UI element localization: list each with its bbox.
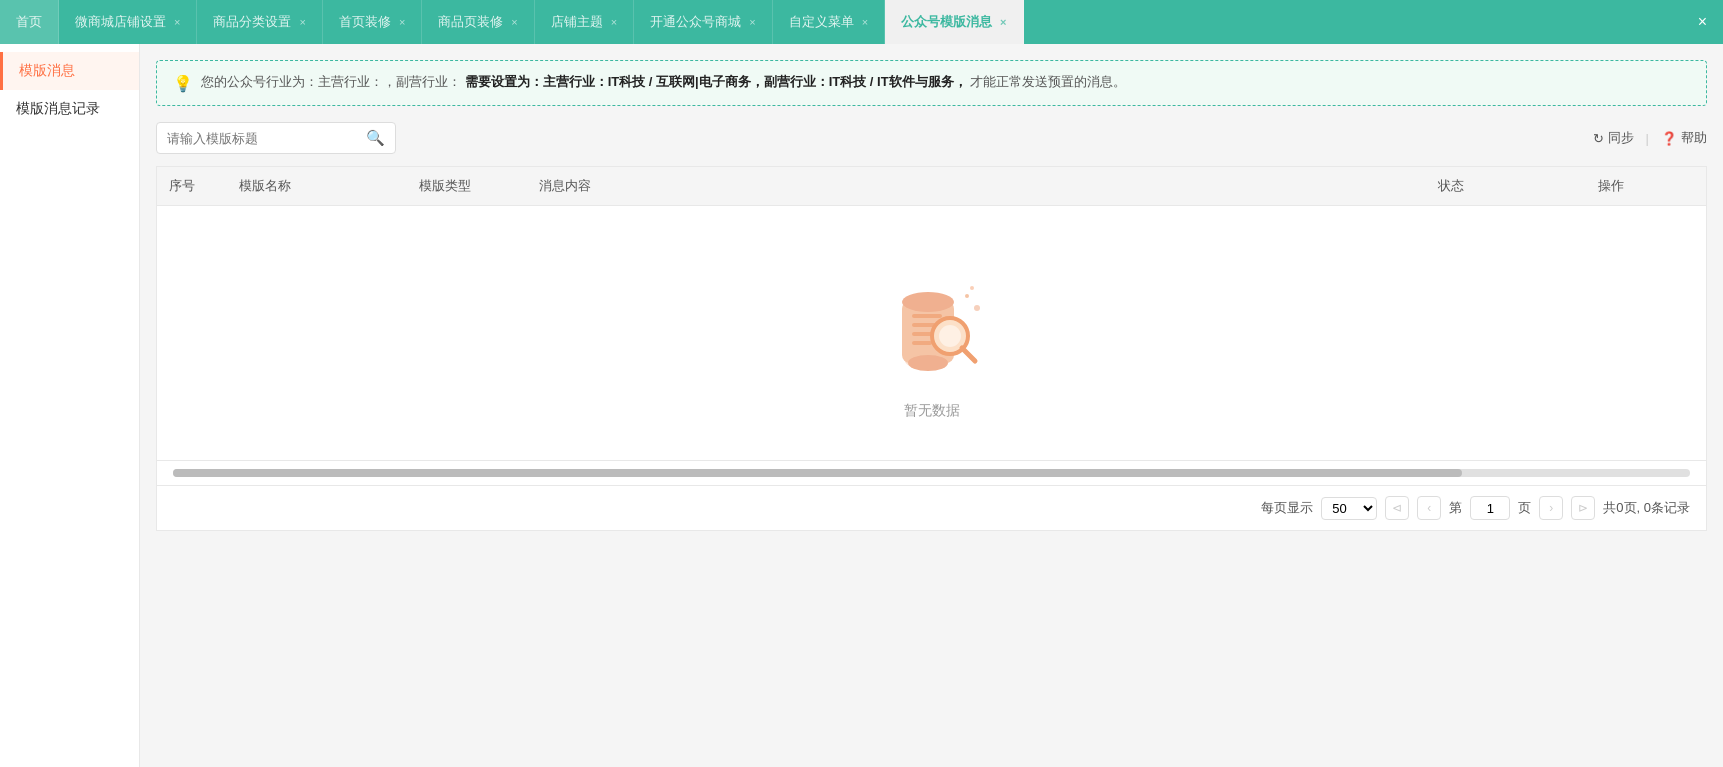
close-icon[interactable]: × <box>511 16 517 28</box>
search-button[interactable]: 🔍 <box>366 129 385 147</box>
th-status: 状态 <box>1426 167 1586 205</box>
close-icon[interactable]: × <box>611 16 617 28</box>
page-label: 第 <box>1449 499 1462 517</box>
last-page-button[interactable]: ⊳ <box>1571 496 1595 520</box>
notice-box: 💡 您的公众号行业为：主营行业：，副营行业： 需要设置为：主营行业：IT科技 /… <box>156 60 1707 106</box>
page-number-input[interactable] <box>1470 496 1510 520</box>
tab-store-setting[interactable]: 微商城店铺设置 × <box>59 0 197 44</box>
sync-label: 同步 <box>1608 129 1634 147</box>
pagination: 每页显示 50 20 100 ⊲ ‹ 第 页 › ⊳ 共0页, 0条记录 <box>157 485 1706 530</box>
toolbar-right: ↻ 同步 | ❓ 帮助 <box>1593 129 1707 147</box>
svg-point-11 <box>965 294 969 298</box>
main-layout: 模版消息 模版消息记录 💡 您的公众号行业为：主营行业：，副营行业： 需要设置为… <box>0 44 1723 767</box>
sidebar-item-template-msg[interactable]: 模版消息 <box>0 52 139 90</box>
svg-rect-4 <box>912 314 942 318</box>
per-page-select[interactable]: 50 20 100 <box>1321 497 1377 520</box>
svg-point-13 <box>970 286 974 290</box>
empty-illustration <box>872 266 992 386</box>
tab-category-label: 商品分类设置 <box>213 13 291 31</box>
page-unit: 页 <box>1518 499 1531 517</box>
tab-custom-menu[interactable]: 自定义菜单 × <box>773 0 885 44</box>
tab-open-mall[interactable]: 开通公众号商城 × <box>634 0 772 44</box>
svg-rect-7 <box>912 341 932 345</box>
close-icon[interactable]: × <box>1000 16 1006 28</box>
tab-product-decor[interactable]: 商品页装修 × <box>422 0 534 44</box>
tab-store-setting-label: 微商城店铺设置 <box>75 13 166 31</box>
svg-point-9 <box>939 325 961 347</box>
help-button[interactable]: ❓ 帮助 <box>1661 129 1707 147</box>
help-icon: ❓ <box>1661 131 1677 146</box>
tab-custom-menu-label: 自定义菜单 <box>789 13 854 31</box>
svg-line-10 <box>962 348 975 361</box>
sidebar-item-template-msg-record-label: 模版消息记录 <box>16 100 100 116</box>
search-input[interactable] <box>167 131 366 146</box>
svg-point-12 <box>974 305 980 311</box>
close-icon[interactable]: × <box>862 16 868 28</box>
th-name: 模版名称 <box>227 167 407 205</box>
search-bar: 🔍 ↻ 同步 | ❓ 帮助 <box>156 122 1707 154</box>
sidebar-item-template-msg-label: 模版消息 <box>19 62 75 78</box>
per-page-label: 每页显示 <box>1261 499 1313 517</box>
svg-point-2 <box>902 292 954 312</box>
svg-point-3 <box>908 355 948 371</box>
content-area: 💡 您的公众号行业为：主营行业：，副营行业： 需要设置为：主营行业：IT科技 /… <box>140 44 1723 767</box>
notice-text: 您的公众号行业为：主营行业：，副营行业： 需要设置为：主营行业：IT科技 / 互… <box>201 73 1126 91</box>
first-page-button[interactable]: ⊲ <box>1385 496 1409 520</box>
th-type: 模版类型 <box>407 167 527 205</box>
total-info: 共0页, 0条记录 <box>1603 499 1690 517</box>
sync-button[interactable]: ↻ 同步 <box>1593 129 1634 147</box>
tab-store-theme-label: 店铺主题 <box>551 13 603 31</box>
empty-state: 暂无数据 <box>157 206 1706 460</box>
close-all-button[interactable]: × <box>1682 0 1723 44</box>
close-icon[interactable]: × <box>299 16 305 28</box>
close-icon[interactable]: × <box>399 16 405 28</box>
scrollbar-thumb <box>173 469 1462 477</box>
notice-highlight: 需要设置为：主营行业：IT科技 / 互联网|电子商务，副营行业：IT科技 / I… <box>465 74 967 89</box>
close-icon[interactable]: × <box>749 16 755 28</box>
tab-home[interactable]: 首页 <box>0 0 59 44</box>
svg-rect-5 <box>912 323 936 327</box>
tab-template-msg-label: 公众号模版消息 <box>901 13 992 31</box>
tab-store-theme[interactable]: 店铺主题 × <box>535 0 634 44</box>
th-action: 操作 <box>1586 167 1706 205</box>
tab-category[interactable]: 商品分类设置 × <box>197 0 322 44</box>
empty-text: 暂无数据 <box>904 402 960 420</box>
notice-suffix: 才能正常发送预置的消息。 <box>970 74 1126 89</box>
next-page-button[interactable]: › <box>1539 496 1563 520</box>
tab-product-decor-label: 商品页装修 <box>438 13 503 31</box>
prev-page-button[interactable]: ‹ <box>1417 496 1441 520</box>
table-header: 序号 模版名称 模版类型 消息内容 状态 操作 <box>157 167 1706 206</box>
divider: | <box>1646 131 1649 146</box>
sidebar-item-template-msg-record[interactable]: 模版消息记录 <box>0 90 139 128</box>
tab-home-label: 首页 <box>16 13 42 31</box>
tab-homepage-decor[interactable]: 首页装修 × <box>323 0 422 44</box>
search-input-wrap: 🔍 <box>156 122 396 154</box>
tab-template-msg[interactable]: 公众号模版消息 × <box>885 0 1023 44</box>
notice-icon: 💡 <box>173 74 193 93</box>
top-nav: 首页 微商城店铺设置 × 商品分类设置 × 首页装修 × 商品页装修 × 店铺主… <box>0 0 1723 44</box>
sidebar: 模版消息 模版消息记录 <box>0 44 140 767</box>
tab-homepage-decor-label: 首页装修 <box>339 13 391 31</box>
th-content: 消息内容 <box>527 167 1426 205</box>
close-all-icon: × <box>1698 13 1707 31</box>
tab-open-mall-label: 开通公众号商城 <box>650 13 741 31</box>
th-index: 序号 <box>157 167 227 205</box>
horizontal-scrollbar[interactable] <box>173 469 1690 477</box>
scrollbar-area <box>157 460 1706 485</box>
close-icon[interactable]: × <box>174 16 180 28</box>
sync-icon: ↻ <box>1593 131 1604 146</box>
data-table: 序号 模版名称 模版类型 消息内容 状态 操作 <box>156 166 1707 531</box>
help-label: 帮助 <box>1681 129 1707 147</box>
